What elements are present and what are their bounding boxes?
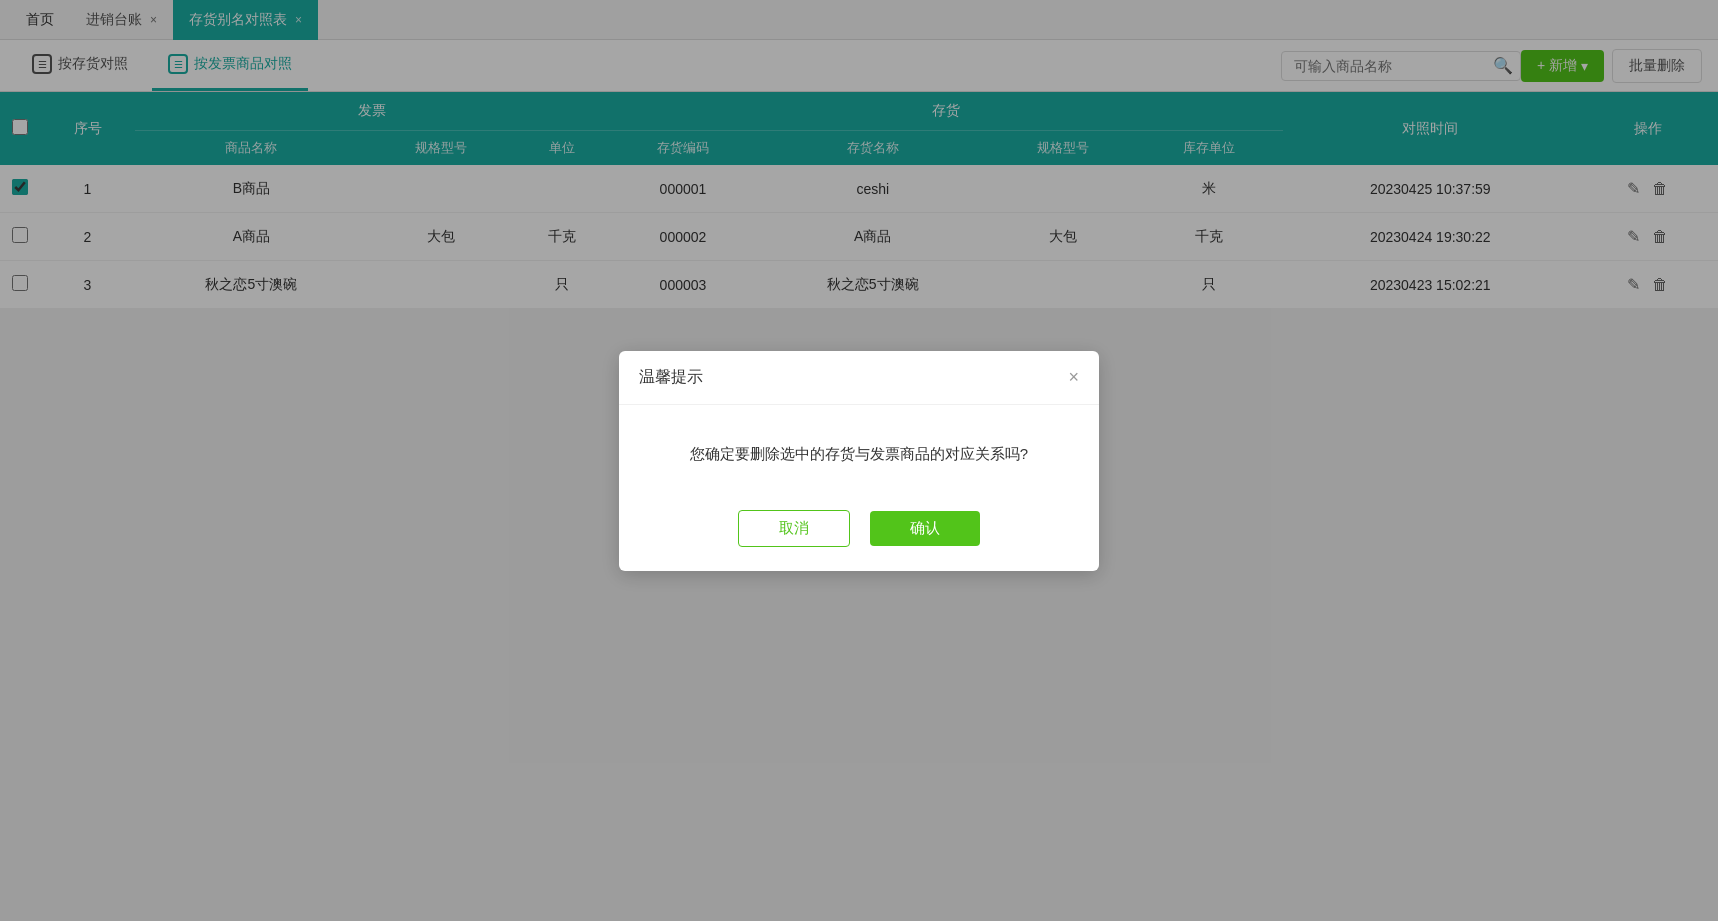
dialog-overlay: 温馨提示 × 您确定要删除选中的存货与发票商品的对应关系吗? 取消 确认 [0, 0, 1718, 309]
